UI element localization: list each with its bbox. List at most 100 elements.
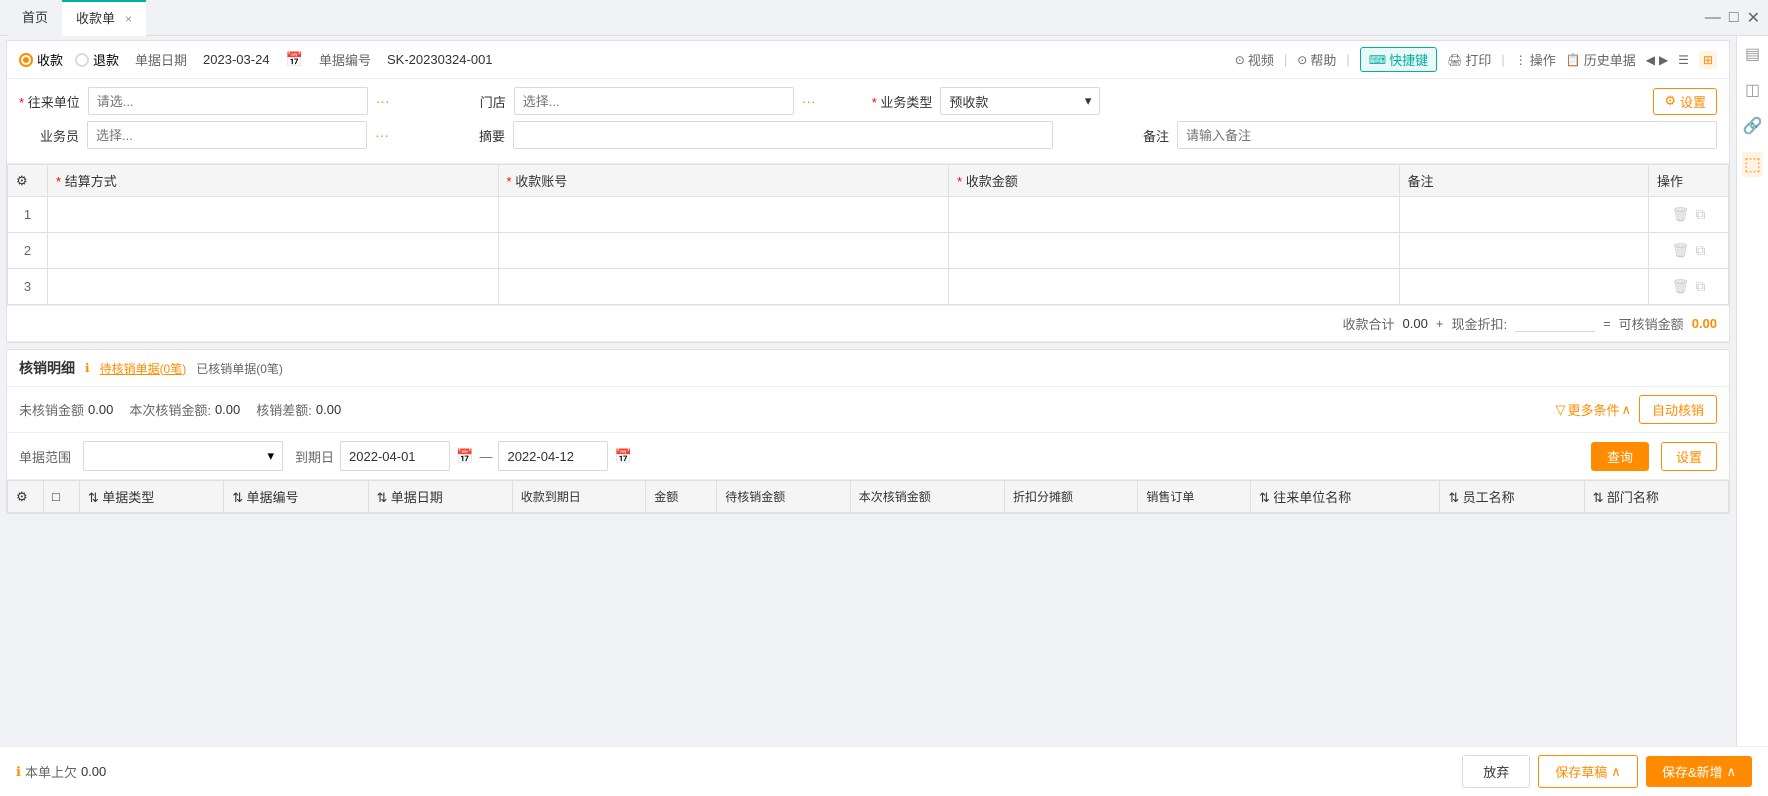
calendar-from-icon[interactable]: 📅 (456, 448, 473, 465)
window-minimize[interactable]: — (1705, 9, 1721, 27)
history-btn[interactable]: 📋 历史单据 (1566, 50, 1636, 69)
radio-tuikuan-label: 退款 (93, 50, 119, 69)
range-select-arrow: ▾ (267, 448, 274, 464)
row1-remark[interactable] (1399, 197, 1648, 233)
sidebar-icon-1[interactable]: ▤ (1745, 44, 1760, 64)
current-label: 本次核销金额: (129, 400, 211, 419)
radio-shoukuan-label: 收款 (37, 50, 63, 69)
col-btcheck[interactable]: □ (44, 481, 80, 513)
video-btn[interactable]: ⊙ 视频 (1235, 50, 1274, 69)
copy-icon-1[interactable]: ⧉ (1695, 206, 1705, 223)
right-sidebar: ▤ ◫ 🔗 ⬚ (1736, 36, 1768, 796)
row3-remark[interactable] (1399, 269, 1648, 305)
diff-label: 核销差额: (256, 400, 312, 419)
save-draft-label: 保存草稿 (1555, 762, 1607, 781)
plus-sign: + (1436, 316, 1444, 331)
row3-action: 🗑 ⧉ (1649, 269, 1729, 305)
discount-input[interactable] (1515, 316, 1595, 332)
pending-tab[interactable]: 待核销单据(0笔) (100, 360, 187, 377)
help-btn[interactable]: ⊙ 帮助 (1297, 50, 1336, 69)
col-bt-dept: ⇅ 部门名称 (1584, 481, 1728, 513)
row1-amount[interactable] (949, 197, 1400, 233)
settings-btn-filter[interactable]: 设置 (1661, 442, 1717, 471)
unverified-value: 0.00 (88, 402, 113, 417)
window-close[interactable]: ✕ (1747, 8, 1760, 28)
range-select[interactable]: ▾ (83, 441, 283, 471)
delete-icon-1[interactable]: 🗑 (1672, 206, 1690, 223)
col-settle-header: * 结算方式 (48, 165, 499, 197)
radio-shoukuan[interactable]: 收款 (19, 50, 63, 69)
radio-tuikuan[interactable]: 退款 (75, 50, 119, 69)
nav-right-btn[interactable]: ▶ (1659, 53, 1668, 67)
form-container: 收款 退款 单据日期 2023-03-24 📅 单据编号 SK-20230324… (6, 40, 1730, 343)
print-btn[interactable]: 🖨 打印 (1447, 50, 1491, 69)
staff-input[interactable] (87, 121, 367, 149)
bottom-info-icon: ℹ (16, 764, 21, 780)
remark-input[interactable] (1177, 121, 1717, 149)
row1-account[interactable] (498, 197, 949, 233)
summary-input[interactable] (513, 121, 1053, 149)
business-type-select[interactable]: 预收款 ▾ (940, 87, 1100, 115)
row3-settle[interactable] (48, 269, 499, 305)
query-button[interactable]: 查询 (1591, 442, 1649, 471)
equals-sign: = (1603, 316, 1611, 331)
window-maximize[interactable]: □ (1729, 9, 1739, 27)
row1-settle[interactable] (48, 197, 499, 233)
auto-verify-btn[interactable]: 自动核销 (1639, 395, 1717, 424)
row-num-1: 1 (8, 197, 48, 233)
shop-label: 门店 (446, 92, 506, 111)
delete-icon-3[interactable]: 🗑 (1672, 278, 1690, 295)
row3-amount[interactable] (949, 269, 1400, 305)
copy-icon-2[interactable]: ⧉ (1695, 242, 1705, 259)
filter-row: 未核销金额 0.00 本次核销金额: 0.00 核销差额: 0.00 ▽ 更多条… (7, 387, 1729, 433)
date-from-input[interactable] (340, 441, 450, 471)
tab-home[interactable]: 首页 (8, 0, 62, 36)
copy-icon-3[interactable]: ⧉ (1695, 278, 1705, 295)
layout-icon2[interactable]: ⊞ (1699, 51, 1717, 69)
row-num-3: 3 (8, 269, 48, 305)
settings-button[interactable]: ⚙ 设置 (1653, 88, 1717, 115)
tab-active-label: 收款单 (76, 1, 115, 37)
row2-amount[interactable] (949, 233, 1400, 269)
shortcut-btn[interactable]: ⌨ 快捷键 (1360, 47, 1437, 72)
sidebar-icon-2[interactable]: ◫ (1745, 80, 1760, 100)
layout-icon1[interactable]: ☰ (1678, 53, 1689, 67)
radio-tuikuan-dot (75, 53, 89, 67)
row2-account[interactable] (498, 233, 949, 269)
tab-active[interactable]: 收款单 × (62, 0, 146, 36)
sidebar-icon-4[interactable]: ⬚ (1742, 152, 1763, 177)
form-row-1: * 往来单位 ··· 门店 ··· * 业务类型 预收款 ▾ (19, 87, 1717, 115)
shop-input[interactable] (514, 87, 794, 115)
nav-left-btn[interactable]: ◀ (1646, 53, 1655, 67)
action-icons-2: 🗑 ⧉ (1657, 242, 1720, 259)
operation-btn[interactable]: ⋮ 操作 (1515, 50, 1556, 69)
counterpart-input[interactable] (88, 87, 368, 115)
row2-remark[interactable] (1399, 233, 1648, 269)
total-value: 0.00 (1403, 316, 1428, 331)
save-draft-button[interactable]: 保存草稿 ∧ (1538, 755, 1638, 788)
done-tab[interactable]: 已核销单据(0笔) (196, 360, 283, 377)
date-to-input[interactable] (498, 441, 608, 471)
col-btgear[interactable]: ⚙ (8, 481, 44, 513)
more-conditions-btn[interactable]: ▽ 更多条件 ∧ (1555, 400, 1631, 419)
calendar-to-icon[interactable]: 📅 (614, 448, 631, 465)
staff-more-icon[interactable]: ··· (375, 127, 389, 143)
save-new-button[interactable]: 保存&新增 ∧ (1646, 756, 1752, 787)
bottom-table: ⚙ □ ⇅ 单据类型 ⇅ 单据编号 (7, 480, 1729, 513)
delete-icon-2[interactable]: 🗑 (1672, 242, 1690, 259)
counterpart-more-icon[interactable]: ··· (376, 93, 390, 109)
col-gear[interactable]: ⚙ (8, 165, 48, 197)
row2-settle[interactable] (48, 233, 499, 269)
row3-account[interactable] (498, 269, 949, 305)
tab-close-icon[interactable]: × (125, 1, 132, 37)
form-fields: * 往来单位 ··· 门店 ··· * 业务类型 预收款 ▾ (7, 79, 1729, 164)
toolbar-right: ⊙ 视频 | ⊙ 帮助 | ⌨ 快捷键 🖨 打印 | ⋮ 操作 📋 历史单据 ◀… (1235, 47, 1717, 72)
shop-more-icon[interactable]: ··· (802, 93, 816, 109)
main-content: 收款 退款 单据日期 2023-03-24 📅 单据编号 SK-20230324… (0, 40, 1736, 514)
table-header-row: ⚙ * 结算方式 * 收款账号 * 收款金额 (8, 165, 1729, 197)
info-icon[interactable]: ℹ (85, 361, 90, 375)
col-bt-sales: 销售订单 (1138, 481, 1251, 513)
sidebar-icon-3[interactable]: 🔗 (1743, 116, 1763, 136)
abandon-button[interactable]: 放弃 (1462, 755, 1530, 788)
calendar-icon[interactable]: 📅 (286, 51, 303, 68)
